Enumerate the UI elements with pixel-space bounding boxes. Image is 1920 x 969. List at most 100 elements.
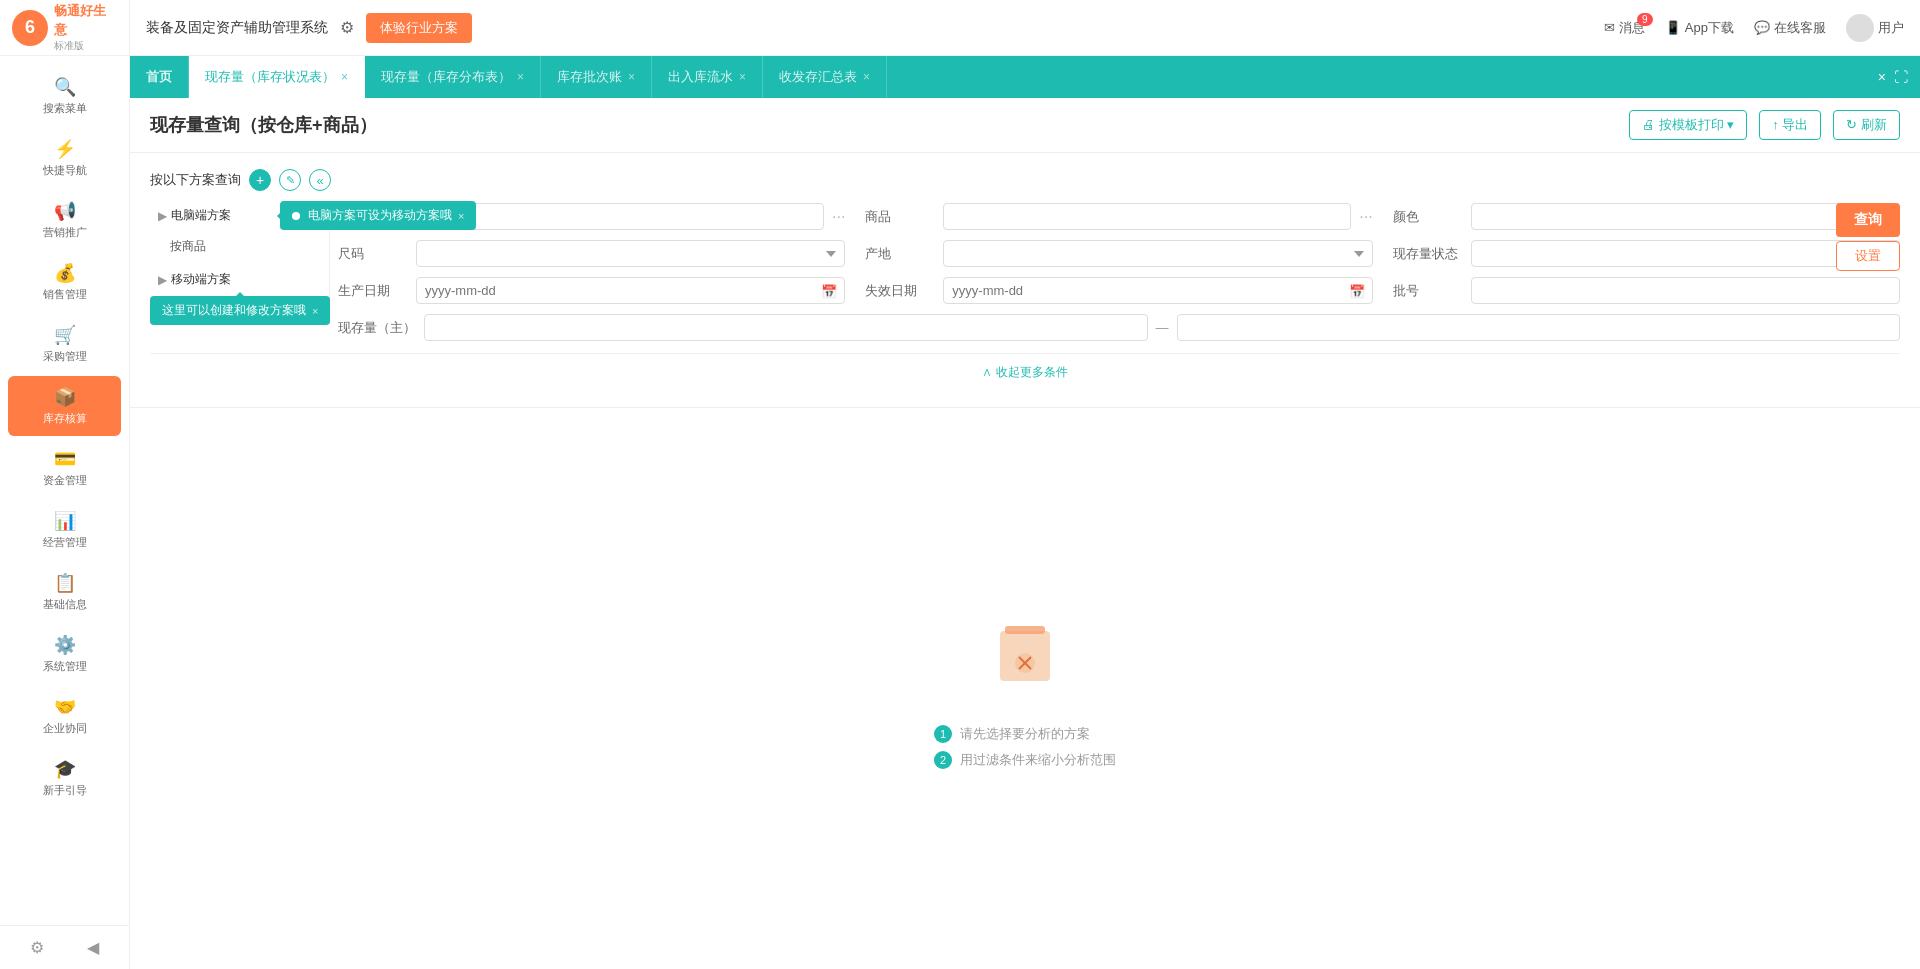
collapse-btn[interactable]: ∧ 收起更多条件 [150,353,1900,391]
goods-dots-icon[interactable]: ··· [1359,208,1372,226]
message-icon: ✉ [1604,20,1615,35]
set-btn[interactable]: 设置 [1836,241,1900,271]
collapse-label: 收起更多条件 [996,365,1068,379]
page-header-actions: 🖨 按模板打印 ▾ ↑ 导出 ↻ 刷新 [1629,110,1900,140]
empty-tips: 1 请先选择要分析的方案 2 用过滤条件来缩小分析范围 [934,725,1116,777]
sidebar-item-label: 采购管理 [43,349,87,364]
sidebar-item-finance[interactable]: 💳 资金管理 [8,438,121,498]
size-select[interactable] [416,240,845,267]
tab-inventory-dist[interactable]: 现存量（库存分布表） × [365,56,541,98]
refresh-btn[interactable]: ↻ 刷新 [1833,110,1900,140]
app-download-label: App下载 [1685,19,1734,37]
tab-collect-summary[interactable]: 收发存汇总表 × [763,56,887,98]
sidebar-item-label: 系统管理 [43,659,87,674]
empty-state: 1 请先选择要分析的方案 2 用过滤条件来缩小分析范围 [130,408,1920,969]
collapse-sidebar-btn[interactable]: ◀ [87,938,99,957]
tab-label: 库存批次账 [557,68,622,86]
tab-fullscreen-icon[interactable]: ⛶ [1894,69,1908,85]
template-print-btn[interactable]: 🖨 按模板打印 ▾ [1629,110,1747,140]
back-scheme-btn[interactable]: « [309,169,331,191]
tab-label: 收发存汇总表 [779,68,857,86]
sidebar-item-newbie[interactable]: 🎓 新手引导 [8,748,121,808]
industry-btn[interactable]: 体验行业方案 [366,13,472,43]
tab-close-icon[interactable]: × [739,70,746,84]
tab-close-icon[interactable]: × [517,70,524,84]
user-label: 用户 [1878,19,1904,37]
sidebar-item-purchase[interactable]: 🛒 采购管理 [8,314,121,374]
sidebar-item-label: 搜索菜单 [43,101,87,116]
filter-size: 尺码 [338,240,845,267]
tooltip-edit-scheme: 这里可以创建和修改方案哦 × [150,296,313,325]
tab-close-icon[interactable]: × [628,70,635,84]
arrow-right-icon: ▶ [158,273,167,287]
settings-btn[interactable]: ⚙ [30,938,44,957]
sidebar-item-inventory[interactable]: 📦 库存核算 [8,376,121,436]
sidebar-logo: 6 畅通好生意 标准版 [0,0,129,56]
warehouse-dots-icon[interactable]: ··· [832,208,845,226]
sidebar-item-sales[interactable]: 💰 销售管理 [8,252,121,312]
origin-label: 产地 [865,245,935,263]
marketing-icon: 📢 [54,200,76,222]
online-support-btn[interactable]: 💬 在线客服 [1754,19,1826,37]
quick-icon: ⚡ [54,138,76,160]
empty-illustration [975,601,1075,701]
tooltip1-close-btn[interactable]: × [458,210,464,222]
query-btn[interactable]: 查询 [1836,203,1900,237]
origin-select[interactable] [943,240,1372,267]
inventory-main-input-start[interactable] [424,314,1148,341]
inventory-main-label: 现存量（主） [338,319,416,337]
export-btn[interactable]: ↑ 导出 [1759,110,1821,140]
tab-close-icon[interactable]: × [341,70,348,84]
support-icon: 💬 [1754,20,1770,35]
warehouse-input[interactable] [416,203,824,230]
sidebar-item-enterprise[interactable]: 🤝 企业协同 [8,686,121,746]
settings-gear-icon[interactable]: ⚙ [340,18,354,37]
message-btn[interactable]: ✉ 消息 9 [1604,19,1645,37]
user-btn[interactable]: 用户 [1846,14,1904,42]
top-header: 装备及固定资产辅助管理系统 ⚙ 体验行业方案 ✉ 消息 9 📱 App下载 💬 … [130,0,1920,56]
filter-row-2: 尺码 产地 现存量状态 [338,240,1900,267]
enterprise-icon: 🤝 [54,696,76,718]
sidebar-item-quick[interactable]: ⚡ 快捷导航 [8,128,121,188]
edit-scheme-btn[interactable]: ✎ [279,169,301,191]
sidebar-item-system[interactable]: ⚙️ 系统管理 [8,624,121,684]
sidebar-item-label: 基础信息 [43,597,87,612]
mobile-icon: 📱 [1665,20,1681,35]
sidebar-item-marketing[interactable]: 📢 营销推广 [8,190,121,250]
scheme-pc-item[interactable]: 按商品 [150,234,313,259]
header-left: 装备及固定资产辅助管理系统 ⚙ 体验行业方案 [146,13,472,43]
sidebar-item-basic[interactable]: 📋 基础信息 [8,562,121,622]
tab-home[interactable]: 首页 [130,56,189,98]
logo-icon: 6 [12,10,48,46]
empty-tip-1: 1 请先选择要分析的方案 [934,725,1116,743]
svg-rect-1 [1005,626,1045,634]
app-download-btn[interactable]: 📱 App下载 [1665,19,1734,37]
inventory-icon: 📦 [54,386,76,408]
calendar-icon2[interactable]: 📅 [1349,283,1365,298]
tab-batch-ledger[interactable]: 库存批次账 × [541,56,652,98]
tab-close-icon[interactable]: × [863,70,870,84]
produce-date-input[interactable] [416,277,845,304]
filter-goods: 商品 ··· [865,203,1372,230]
tooltip2-close-btn[interactable]: × [312,305,318,317]
tab-inout-flow[interactable]: 出入库流水 × [652,56,763,98]
sidebar-item-search[interactable]: 🔍 搜索菜单 [8,66,121,126]
tab-inventory-status[interactable]: 现存量（库存状况表） × [189,56,365,98]
expire-date-wrap: 📅 [943,277,1372,304]
filter-header: 按以下方案查询 + ✎ « [150,169,1900,191]
batch-input[interactable] [1471,277,1900,304]
purchase-icon: 🛒 [54,324,76,346]
goods-input[interactable] [943,203,1351,230]
range-separator: — [1156,320,1169,335]
tooltip-text-1: 电脑方案可设为移动方案哦 [308,207,452,224]
calendar-icon[interactable]: 📅 [821,283,837,298]
user-avatar [1846,14,1874,42]
inventory-main-input-end[interactable] [1177,314,1901,341]
tab-close-all-icon[interactable]: × [1878,69,1886,85]
scheme-mobile-label: 移动端方案 [171,271,231,288]
sidebar-item-operation[interactable]: 📊 经营管理 [8,500,121,560]
scheme-mobile-header[interactable]: ▶ 移动端方案 [150,267,313,292]
expire-date-input[interactable] [943,277,1372,304]
page-header: 现存量查询（按仓库+商品） 🖨 按模板打印 ▾ ↑ 导出 ↻ 刷新 [130,98,1920,153]
add-scheme-btn[interactable]: + [249,169,271,191]
